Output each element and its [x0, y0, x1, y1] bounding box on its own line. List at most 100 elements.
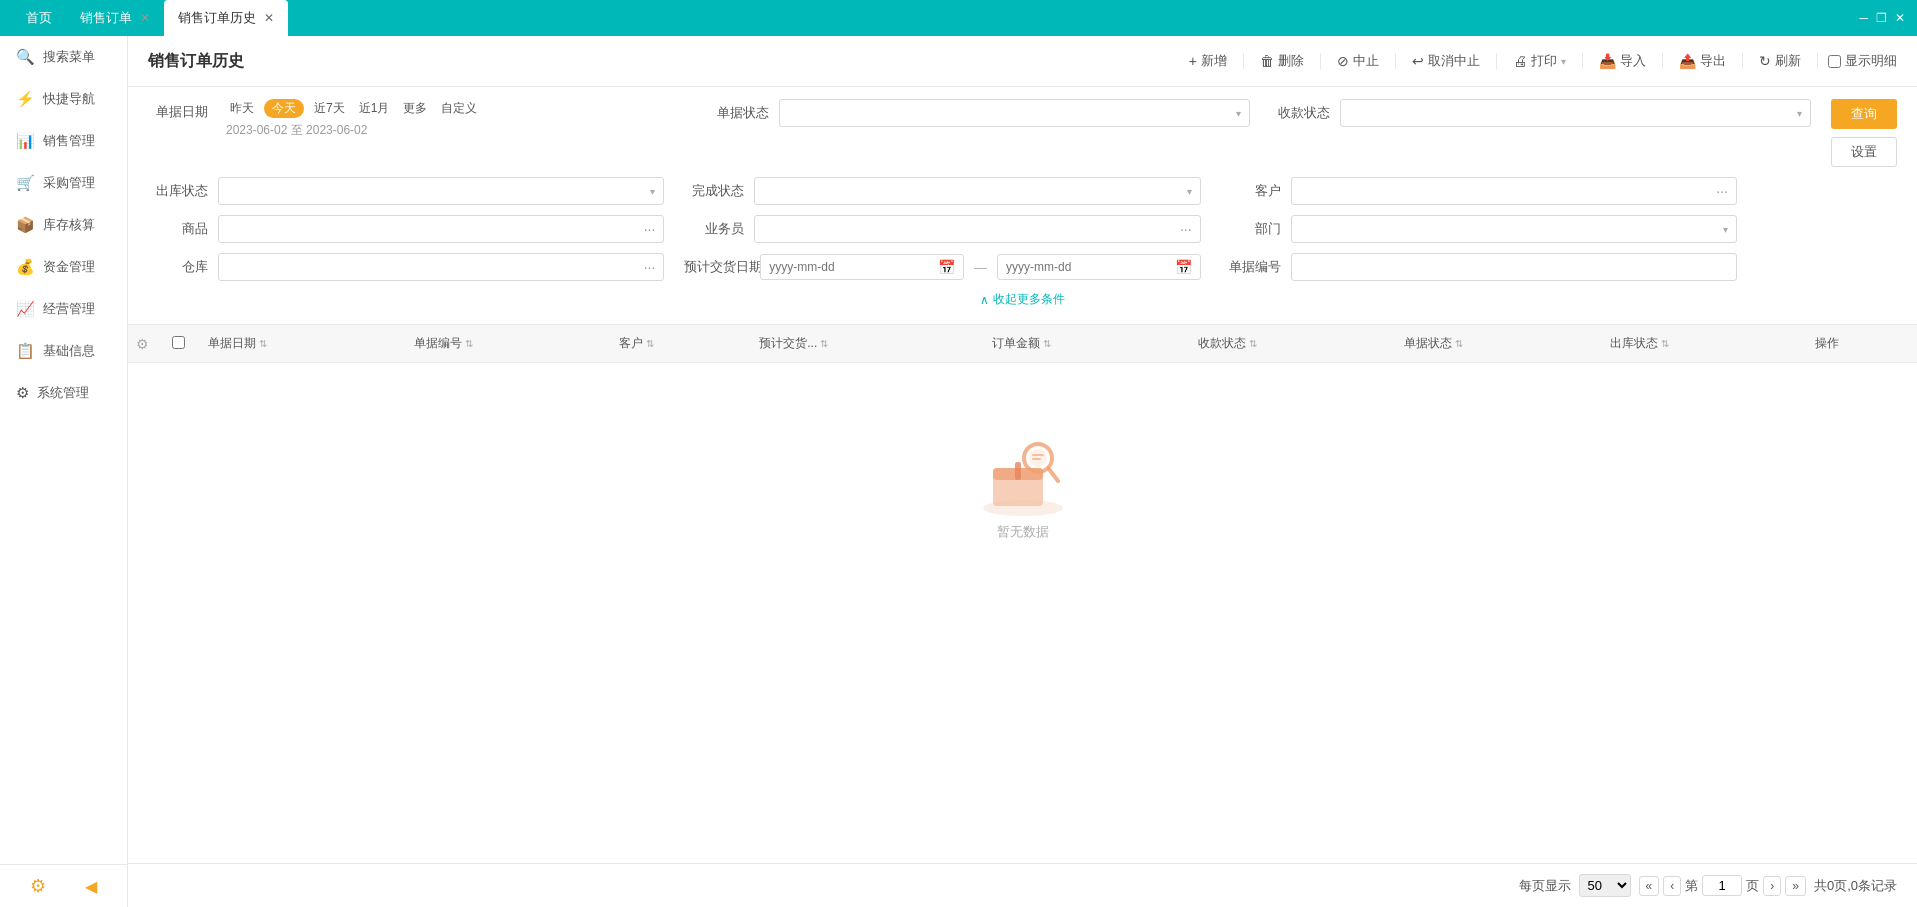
th-number-sort-icon: ⇅ [465, 338, 473, 349]
next-page-button[interactable]: › [1763, 876, 1781, 896]
customer-ellipsis[interactable]: ··· [1716, 183, 1728, 199]
select-all-checkbox[interactable] [172, 336, 185, 349]
warehouse-ellipsis[interactable]: ··· [644, 259, 656, 275]
sidebar-item-basic-info[interactable]: 📋 基础信息 [0, 330, 127, 372]
delete-icon: 🗑 [1260, 53, 1274, 69]
status-select[interactable]: ▾ [779, 99, 1250, 127]
tab-home[interactable]: 首页 [12, 0, 66, 36]
divider-5 [1582, 53, 1583, 69]
sidebar-item-sales-mgmt[interactable]: 📊 销售管理 [0, 120, 127, 162]
current-page-input[interactable] [1702, 875, 1742, 896]
query-button[interactable]: 查询 [1831, 99, 1897, 129]
stop-button[interactable]: ⊘ 中止 [1331, 48, 1385, 74]
tab-sales-order-history[interactable]: 销售订单历史 ✕ [164, 0, 288, 36]
warehouse-label: 仓库 [148, 258, 218, 276]
import-button[interactable]: 📥 导入 [1593, 48, 1652, 74]
refresh-button[interactable]: ↻ 刷新 [1753, 48, 1807, 74]
salesperson-ellipsis[interactable]: ··· [1180, 221, 1192, 237]
date-option-yesterday[interactable]: 昨天 [226, 99, 258, 118]
cancel-stop-icon: ↩ [1412, 53, 1424, 69]
date-option-today[interactable]: 今天 [264, 99, 304, 118]
expected-date-start[interactable]: 📅 [760, 254, 964, 280]
date-option-custom[interactable]: 自定义 [437, 99, 481, 118]
date-option-more[interactable]: 更多 [399, 99, 431, 118]
print-button[interactable]: 🖨 打印 ▾ [1507, 48, 1572, 74]
collapse-icon: ∧ [980, 293, 989, 307]
collapse-conditions[interactable]: ∧ 收起更多条件 [148, 287, 1897, 312]
completion-status-select[interactable]: ▾ [754, 177, 1200, 205]
layout: 🔍 搜索菜单 ⚡ 快捷导航 📊 销售管理 🛒 采购管理 📦 库存核算 💰 资金管… [0, 36, 1917, 907]
th-amount[interactable]: 订单金额 ⇅ [984, 325, 1190, 363]
sidebar-item-operations-mgmt[interactable]: 📈 经营管理 [0, 288, 127, 330]
sidebar-item-search-menu[interactable]: 🔍 搜索菜单 [0, 36, 127, 78]
restore-btn[interactable]: ❐ [1876, 11, 1887, 25]
th-outbound-status[interactable]: 出库状态 ⇅ [1602, 325, 1808, 363]
doc-number-input[interactable] [1291, 253, 1737, 281]
prev-page-button[interactable]: ‹ [1663, 876, 1681, 896]
expected-date-end[interactable]: 📅 [997, 254, 1201, 280]
delete-button[interactable]: 🗑 删除 [1254, 48, 1310, 74]
warehouse-select[interactable]: ··· [218, 253, 664, 281]
sidebar-item-operations-mgmt-label: 经营管理 [43, 300, 95, 318]
customer-select[interactable]: ··· [1291, 177, 1737, 205]
minimize-btn[interactable]: ─ [1859, 11, 1868, 25]
th-number-label: 单据编号 [414, 335, 462, 352]
product-ellipsis[interactable]: ··· [644, 221, 656, 237]
display-detail-checkbox[interactable] [1828, 55, 1841, 68]
tab-sales-order[interactable]: 销售订单 ✕ [66, 0, 164, 36]
tab-sales-order-history-close[interactable]: ✕ [264, 11, 274, 25]
filter-area: 单据日期 昨天 今天 近7天 近1月 更多 自定义 2023-06-02 至 2… [128, 87, 1917, 325]
first-page-button[interactable]: « [1639, 876, 1660, 896]
customer-label: 客户 [1221, 182, 1291, 200]
empty-illustration [963, 423, 1083, 523]
th-date[interactable]: 单据日期 ⇅ [200, 325, 406, 363]
tab-sales-order-close[interactable]: ✕ [140, 11, 150, 25]
th-payment-status[interactable]: 收款状态 ⇅ [1190, 325, 1396, 363]
completion-status-dropdown-icon: ▾ [1187, 186, 1192, 197]
th-doc-status[interactable]: 单据状态 ⇅ [1396, 325, 1602, 363]
sidebar-collapse-icon[interactable]: ◀ [85, 877, 97, 896]
doc-number-field[interactable] [1300, 260, 1728, 274]
settings-button[interactable]: 设置 [1831, 137, 1897, 167]
operations-mgmt-icon: 📈 [16, 300, 35, 318]
add-label: 新增 [1201, 52, 1227, 70]
th-expected-date[interactable]: 预计交货... ⇅ [751, 325, 984, 363]
salesperson-select[interactable]: ··· [754, 215, 1200, 243]
tab-sales-order-label: 销售订单 [80, 9, 132, 27]
svg-rect-3 [1015, 462, 1021, 480]
divider-2 [1320, 53, 1321, 69]
sidebar-item-quick-nav[interactable]: ⚡ 快捷导航 [0, 78, 127, 120]
th-number[interactable]: 单据编号 ⇅ [406, 325, 612, 363]
expected-date-start-input[interactable] [769, 260, 934, 274]
sidebar-bottom: ⚙ ◀ [0, 864, 127, 907]
expected-date-end-input[interactable] [1006, 260, 1171, 274]
add-button[interactable]: + 新增 [1183, 48, 1233, 74]
tab-sales-order-history-label: 销售订单历史 [178, 9, 256, 27]
cancel-stop-button[interactable]: ↩ 取消中止 [1406, 48, 1486, 74]
sidebar-item-inventory-mgmt[interactable]: 📦 库存核算 [0, 204, 127, 246]
product-select[interactable]: ··· [218, 215, 664, 243]
outbound-status-select[interactable]: ▾ [218, 177, 664, 205]
export-button[interactable]: 📤 导出 [1673, 48, 1732, 74]
payment-status-select[interactable]: ▾ [1340, 99, 1811, 127]
th-customer[interactable]: 客户 ⇅ [611, 325, 751, 363]
close-window-btn[interactable]: ✕ [1895, 11, 1905, 25]
sidebar-item-purchase-mgmt[interactable]: 🛒 采购管理 [0, 162, 127, 204]
page-suffix: 页 [1746, 877, 1759, 895]
system-mgmt-icon: ⚙ [16, 384, 29, 402]
department-select[interactable]: ▾ [1291, 215, 1737, 243]
import-icon: 📥 [1599, 53, 1616, 69]
date-option-7days[interactable]: 近7天 [310, 99, 349, 118]
page-size-select[interactable]: 20 50 100 [1579, 874, 1631, 897]
last-page-button[interactable]: » [1785, 876, 1806, 896]
sidebar-item-system-mgmt[interactable]: ⚙ 系统管理 [0, 372, 127, 414]
th-customer-label: 客户 [619, 335, 643, 352]
date-label: 单据日期 [148, 99, 218, 121]
table-settings-icon[interactable]: ⚙ [136, 336, 149, 352]
date-option-1month[interactable]: 近1月 [355, 99, 394, 118]
calendar-end-icon[interactable]: 📅 [1175, 259, 1192, 275]
sidebar-settings-icon[interactable]: ⚙ [30, 875, 46, 897]
sidebar-item-finance-mgmt[interactable]: 💰 资金管理 [0, 246, 127, 288]
calendar-start-icon[interactable]: 📅 [938, 259, 955, 275]
display-toggle[interactable]: 显示明细 [1828, 52, 1897, 70]
